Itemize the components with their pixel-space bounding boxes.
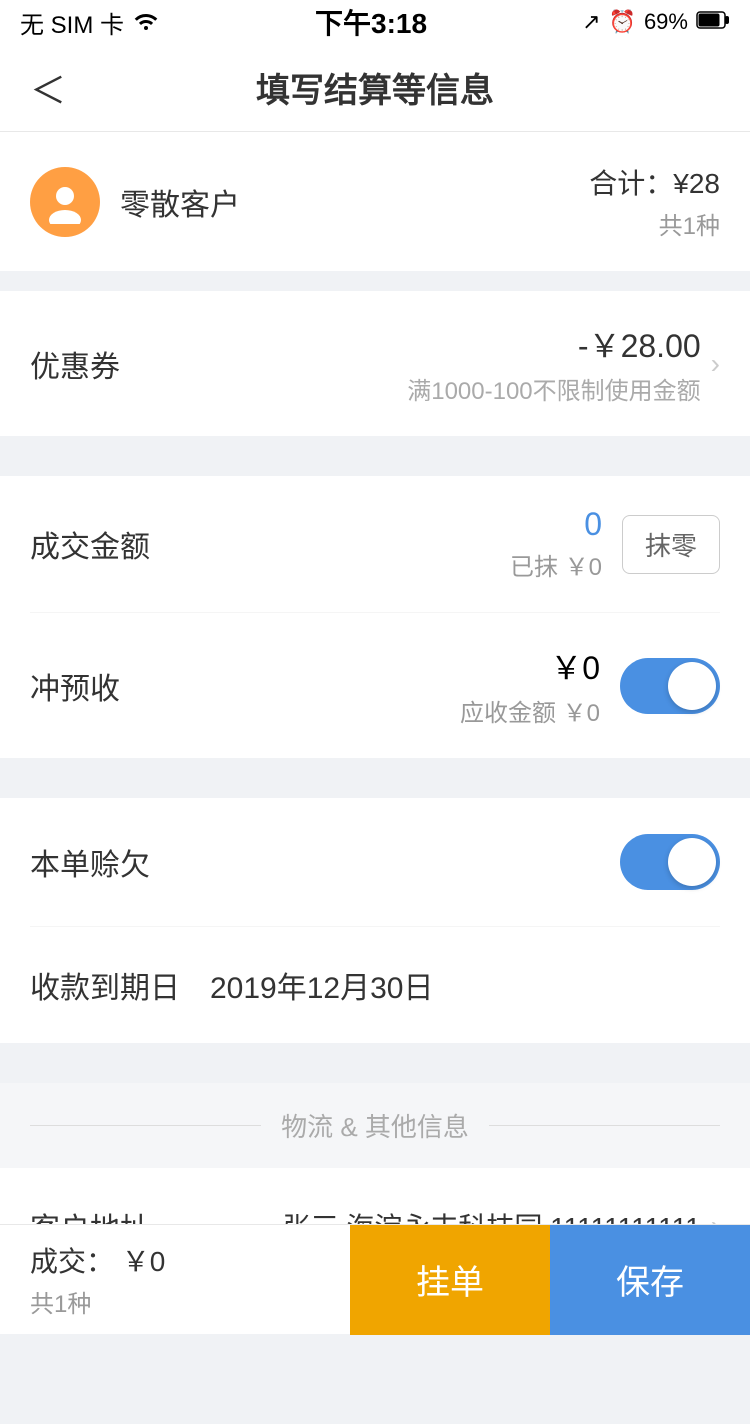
debt-toggle[interactable] — [620, 834, 720, 890]
avatar-icon — [43, 180, 87, 224]
location-icon: ↗ — [582, 9, 600, 35]
customer-left: 零散客户 — [30, 167, 240, 237]
hang-order-button[interactable]: 挂单 — [350, 1225, 550, 1335]
due-date-value: 2019年12月30日 — [210, 963, 433, 1007]
bottom-bar: 成交： ￥0 共1种 挂单 保存 — [0, 1224, 750, 1334]
toggle-knob — [668, 662, 716, 710]
customer-name: 零散客户 — [120, 180, 240, 224]
divider-line-right — [489, 1125, 720, 1126]
prepayment-right: ￥0 应收金额 ￥0 — [460, 643, 720, 728]
transaction-right: 0 已抹 ￥0 抹零 — [510, 506, 720, 582]
transaction-value: 0 — [510, 506, 602, 543]
coupon-right: -￥28.00 满1000-100不限制使用金额 › — [407, 321, 720, 406]
debt-row: 本单赊欠 — [30, 798, 720, 927]
prepayment-sub: 应收金额 ￥0 — [460, 693, 600, 728]
customer-total: 合计：¥28 — [589, 162, 720, 202]
prepayment-value: ￥0 — [460, 643, 600, 689]
customer-row: 零散客户 合计：¥28 共1种 — [0, 132, 750, 271]
debt-section: 本单赊欠 收款到期日 2019年12月30日 — [0, 798, 750, 1043]
section-divider-2 — [0, 778, 750, 798]
transaction-section: 成交金额 0 已抹 ￥0 抹零 冲预收 ￥0 应收金额 ￥0 — [0, 476, 750, 758]
bottom-count: 共1种 — [30, 1284, 320, 1319]
prepayment-row: 冲预收 ￥0 应收金额 ￥0 — [30, 613, 720, 758]
alarm-icon: ⏰ — [609, 9, 636, 35]
logistics-text: 物流 & 其他信息 — [281, 1107, 469, 1144]
coupon-amount: -￥28.00 — [407, 321, 700, 367]
transaction-row: 成交金额 0 已抹 ￥0 抹零 — [30, 476, 720, 613]
save-button[interactable]: 保存 — [550, 1225, 750, 1335]
transaction-sub: 已抹 ￥0 — [510, 547, 602, 582]
debt-label: 本单赊欠 — [30, 840, 150, 884]
coupon-hint: 满1000-100不限制使用金额 — [407, 371, 700, 406]
due-date-row: 收款到期日 2019年12月30日 — [30, 927, 720, 1043]
nav-bar: ＜ 填写结算等信息 — [0, 44, 750, 132]
bottom-deal: 成交： ￥0 — [30, 1240, 320, 1280]
coupon-chevron-icon: › — [711, 348, 720, 380]
network-status: 无 SIM 卡 — [20, 5, 124, 40]
transaction-label: 成交金额 — [30, 522, 150, 566]
battery-icon — [696, 9, 730, 35]
debt-toggle-knob — [668, 838, 716, 886]
coupon-section: 优惠券 -￥28.00 满1000-100不限制使用金额 › — [0, 291, 750, 436]
prepayment-label: 冲预收 — [30, 664, 120, 708]
customer-avatar — [30, 167, 100, 237]
prepayment-values: ￥0 应收金额 ￥0 — [460, 643, 600, 728]
due-date-label: 收款到期日 — [30, 963, 180, 1007]
status-time: 下午3:18 — [315, 2, 427, 42]
customer-card: 零散客户 合计：¥28 共1种 — [0, 132, 750, 271]
status-bar: 无 SIM 卡 下午3:18 ↗ ⏰ 69% — [0, 0, 750, 44]
bottom-summary: 成交： ￥0 共1种 — [0, 1240, 350, 1319]
coupon-row[interactable]: 优惠券 -￥28.00 满1000-100不限制使用金额 › — [30, 291, 720, 436]
customer-right: 合计：¥28 共1种 — [589, 162, 720, 241]
section-divider-3 — [0, 1063, 750, 1083]
divider-line-left — [30, 1125, 261, 1126]
transaction-values: 0 已抹 ￥0 — [510, 506, 602, 582]
round-zero-button[interactable]: 抹零 — [622, 515, 720, 574]
wifi-icon — [132, 8, 160, 37]
deal-value: ￥0 — [122, 1246, 166, 1277]
coupon-values: -￥28.00 满1000-100不限制使用金额 — [407, 321, 700, 406]
section-divider-1 — [0, 456, 750, 476]
logistics-divider: 物流 & 其他信息 — [0, 1083, 750, 1168]
deal-label: 成交： — [30, 1246, 114, 1277]
back-button[interactable]: ＜ — [30, 62, 66, 114]
prepayment-toggle[interactable] — [620, 658, 720, 714]
status-left: 无 SIM 卡 — [20, 5, 160, 40]
customer-count: 共1种 — [589, 206, 720, 241]
status-right: ↗ ⏰ 69% — [582, 9, 730, 35]
page-title: 填写结算等信息 — [256, 63, 494, 112]
battery-percent: 69% — [644, 9, 688, 35]
coupon-label: 优惠券 — [30, 342, 120, 386]
